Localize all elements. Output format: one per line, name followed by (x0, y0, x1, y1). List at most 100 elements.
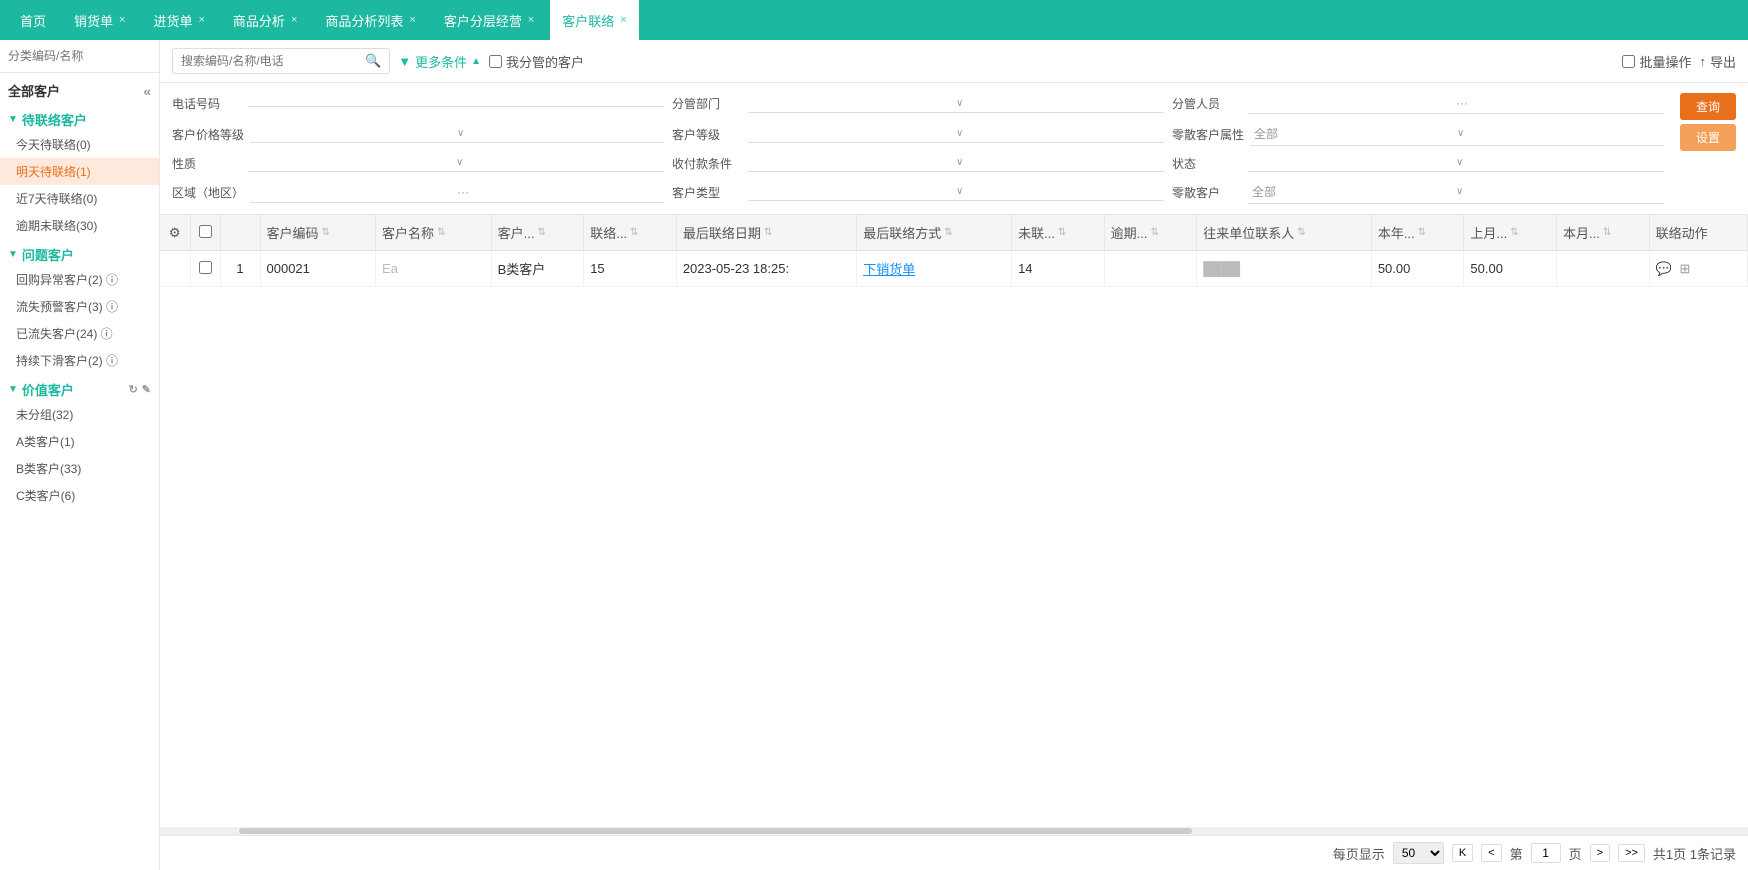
query-btn[interactable]: 查询 (1680, 93, 1736, 120)
sort-icon-contacts-person[interactable]: ⇅ (1297, 227, 1305, 238)
edit-icon[interactable]: ✎ (142, 383, 151, 396)
nav-item-analysis-list[interactable]: 商品分析列表 × (313, 0, 427, 40)
nav-close-sales[interactable]: × (119, 14, 125, 26)
filter-status-select[interactable]: ∨ (1248, 154, 1664, 172)
sort-icon-contact[interactable]: ⇅ (630, 227, 638, 238)
filter-scatter-select[interactable]: 全部 ∨ (1248, 180, 1664, 204)
page-size-select[interactable]: 50 100 (1393, 842, 1444, 864)
filter-phone-input[interactable] (248, 100, 664, 107)
batch-op-btn[interactable]: 批量操作 (1622, 52, 1691, 71)
nav-close-purchase[interactable]: × (198, 14, 204, 26)
page-input[interactable] (1531, 843, 1561, 863)
nav-item-customer-tier[interactable]: 客户分层经营 × (432, 0, 546, 40)
sidebar-item-declining[interactable]: 持续下滑客户(2) ⓘ (0, 347, 159, 374)
search-input[interactable] (181, 54, 361, 68)
sidebar-item-overdue[interactable]: 逾期未联络(30) (0, 212, 159, 239)
sidebar-item-repurchase-abnormal[interactable]: 回购异常客户(2) ⓘ (0, 266, 159, 293)
search-icon[interactable]: 🔍 (365, 53, 381, 69)
sidebar-item-tomorrow[interactable]: 明天待联络(1) (0, 158, 159, 185)
page-size-label: 每页显示 (1333, 844, 1385, 863)
nav-close-customer-tier[interactable]: × (528, 14, 534, 26)
sort-icon-code[interactable]: ⇅ (322, 227, 330, 238)
row-this-month (1557, 251, 1650, 287)
dept-chevron-icon: ∨ (956, 98, 1160, 109)
row-type: B类客户 (491, 251, 584, 287)
sort-icon-last-method[interactable]: ⇅ (944, 227, 952, 238)
nav-close-customer-contact[interactable]: × (620, 14, 626, 26)
next-page-btn[interactable]: > (1590, 844, 1610, 862)
sort-icon-last-date[interactable]: ⇅ (764, 227, 772, 238)
filter-customer-level-select[interactable]: ∨ (748, 125, 1164, 143)
row-last-method-value[interactable]: 下销货单 (863, 262, 915, 277)
sort-icon-name[interactable]: ⇅ (437, 227, 445, 238)
last-page-btn[interactable]: >> (1618, 844, 1645, 862)
filter-region-input[interactable]: ··· (250, 182, 664, 203)
sidebar-item-a-class[interactable]: A类客户(1) (0, 428, 159, 455)
nav-item-home[interactable]: 首页 (8, 0, 58, 40)
group-pending-contact: ▼ 待联络客户 (0, 104, 159, 131)
sidebar-item-today[interactable]: 今天待联络(0) (0, 131, 159, 158)
sidebar-item-b-class[interactable]: B类客户(33) (0, 455, 159, 482)
group-label-value: 价值客户 (22, 380, 74, 399)
row-last-month-value: 50.00 (1470, 261, 1503, 276)
row-overdue (1104, 251, 1197, 287)
nav-item-sales[interactable]: 销货单 × (62, 0, 137, 40)
nav-close-analysis[interactable]: × (291, 14, 297, 26)
toolbar: 🔍 ▼ 更多条件 ▲ 我分管的客户 批量操作 ↑ 导出 (160, 40, 1748, 83)
sort-icon-uncontacted[interactable]: ⇅ (1058, 227, 1066, 238)
batch-checkbox[interactable] (1622, 55, 1635, 68)
export-label: 导出 (1710, 52, 1736, 71)
set-btn[interactable]: 设置 (1680, 124, 1736, 151)
page-label: 第 (1510, 844, 1523, 863)
sidebar-item-churned[interactable]: 已流失客户(24) ⓘ (0, 320, 159, 347)
sort-icon-type[interactable]: ⇅ (537, 227, 545, 238)
refresh-icon[interactable]: ↻ (129, 383, 138, 396)
scrollbar-thumb[interactable] (239, 828, 1192, 834)
col-action-label: 联络动作 (1656, 226, 1708, 241)
horizontal-scrollbar[interactable] (160, 827, 1748, 835)
nav-item-purchase[interactable]: 进货单 × (141, 0, 216, 40)
settings-icon[interactable]: ⚙ (169, 225, 181, 240)
sort-icon-this-month[interactable]: ⇅ (1603, 227, 1611, 238)
filter-icon: ▼ (398, 54, 411, 69)
nav-item-customer-contact[interactable]: 客户联络 × (550, 0, 638, 40)
filter-phone-label: 电话号码 (172, 95, 242, 112)
sidebar-search-input[interactable] (8, 49, 160, 63)
group-label-problem: 问题客户 (22, 245, 74, 264)
nav-close-analysis-list[interactable]: × (409, 14, 415, 26)
filter-status-label: 状态 (1172, 155, 1242, 172)
filter-price-level-select[interactable]: ∨ (250, 125, 664, 143)
col-no (220, 215, 260, 251)
filter-person: 分管人员 ··· (1172, 93, 1664, 114)
col-code-label: 客户编码 (267, 223, 319, 242)
my-customers-checkbox-area[interactable]: 我分管的客户 (489, 52, 584, 71)
filter-scatter-attr-select[interactable]: 全部 ∨ (1250, 122, 1664, 146)
filter-scatter-label: 零散客户 (1172, 184, 1242, 201)
sidebar-item-c-class[interactable]: C类客户(6) (0, 482, 159, 509)
sort-icon-last-month[interactable]: ⇅ (1510, 227, 1518, 238)
sidebar-item-ungrouped[interactable]: 未分组(32) (0, 401, 159, 428)
select-all-checkbox[interactable] (199, 225, 212, 238)
filter-customer-type-select[interactable]: ∨ (748, 183, 1164, 201)
filter-nature-select[interactable]: ∨ (248, 154, 664, 172)
sidebar-item-churn-warning[interactable]: 流失预警客户(3) ⓘ (0, 293, 159, 320)
my-customers-checkbox[interactable] (489, 55, 502, 68)
total-pages-label: 页 (1569, 844, 1582, 863)
nav-item-analysis[interactable]: 商品分析 × (221, 0, 309, 40)
filter-payment-select[interactable]: ∨ (748, 154, 1164, 172)
scatter-chevron-icon: ∨ (1456, 186, 1660, 197)
first-page-btn[interactable]: K (1452, 844, 1473, 862)
filter-person-input[interactable]: ··· (1248, 93, 1664, 114)
filter-more-btn[interactable]: ▼ 更多条件 ▲ (398, 52, 481, 71)
grid-icon[interactable]: ⊞ (1679, 261, 1690, 276)
sort-icon-overdue[interactable]: ⇅ (1151, 227, 1159, 238)
sidebar-collapse-btn[interactable]: « (143, 83, 151, 99)
payment-chevron-icon: ∨ (956, 157, 1160, 168)
sidebar-item-7days[interactable]: 近7天待联络(0) (0, 185, 159, 212)
prev-page-btn[interactable]: < (1481, 844, 1501, 862)
export-btn[interactable]: ↑ 导出 (1699, 52, 1736, 71)
row-checkbox[interactable] (199, 261, 212, 274)
sort-icon-this-year[interactable]: ⇅ (1418, 227, 1426, 238)
chat-icon[interactable]: 💬 (1656, 261, 1672, 276)
filter-dept-select[interactable]: ∨ (748, 95, 1164, 113)
